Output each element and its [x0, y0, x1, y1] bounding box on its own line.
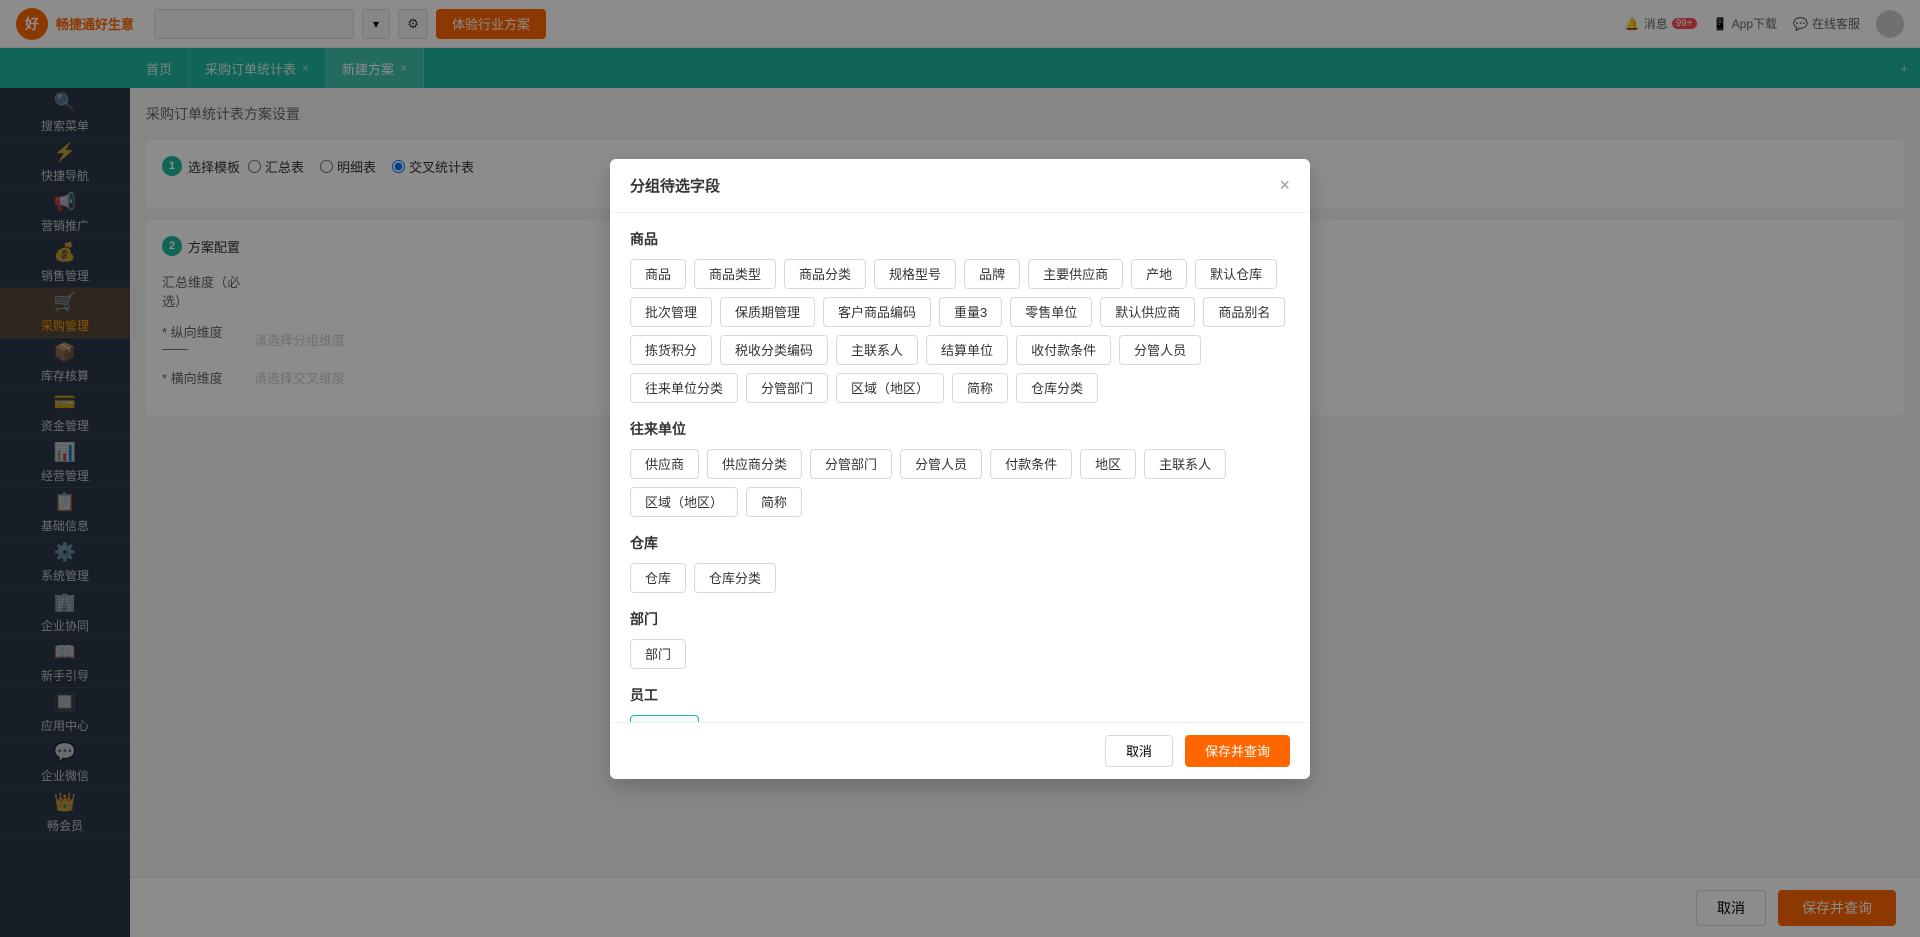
field-tag-short-name2[interactable]: 简称 [746, 487, 802, 517]
field-tag-goods-name[interactable]: 商品 [630, 259, 686, 289]
field-tag-brand[interactable]: 品牌 [964, 259, 1020, 289]
field-tag-region2[interactable]: 区域（地区） [630, 487, 738, 517]
modal-header: 分组待选字段 × [610, 159, 1310, 213]
field-tag-retail-unit[interactable]: 零售单位 [1010, 297, 1092, 327]
field-tag-dept2[interactable]: 部门 [630, 639, 686, 669]
fields-grid-warehouse: 仓库仓库分类 [630, 563, 1290, 593]
field-tag-area[interactable]: 地区 [1080, 449, 1136, 479]
field-tag-goods-alias[interactable]: 商品别名 [1203, 297, 1285, 327]
modal-cancel-btn[interactable]: 取消 [1105, 735, 1173, 767]
field-tag-manager[interactable]: 分管人员 [1119, 335, 1201, 365]
category-title-department: 部门 [630, 609, 1290, 629]
field-tag-supplier-category[interactable]: 供应商分类 [707, 449, 802, 479]
field-tag-tax-code[interactable]: 税收分类编码 [720, 335, 828, 365]
fields-grid-staff: 业务员 [630, 715, 1290, 722]
field-tag-main-contact2[interactable]: 主联系人 [1144, 449, 1226, 479]
field-tag-settlement-unit[interactable]: 结算单位 [926, 335, 1008, 365]
field-tag-manage-person[interactable]: 分管人员 [900, 449, 982, 479]
field-tag-default-warehouse[interactable]: 默认仓库 [1195, 259, 1277, 289]
category-title-goods: 商品 [630, 229, 1290, 249]
category-title-staff: 员工 [630, 685, 1290, 705]
modal-footer: 取消 保存并查询 [610, 722, 1310, 779]
field-tag-salesperson[interactable]: 业务员 [630, 715, 699, 722]
field-tag-short-name[interactable]: 简称 [952, 373, 1008, 403]
modal-dialog: 分组待选字段 × 商品商品商品类型商品分类规格型号品牌主要供应商产地默认仓库批次… [610, 159, 1310, 779]
field-tag-customer-code[interactable]: 客户商品编码 [823, 297, 931, 327]
category-title-partner: 往来单位 [630, 419, 1290, 439]
fields-grid-partner: 供应商供应商分类分管部门分管人员付款条件地区主联系人区域（地区） 简称 [630, 449, 1290, 517]
modal-overlay: 分组待选字段 × 商品商品商品类型商品分类规格型号品牌主要供应商产地默认仓库批次… [0, 0, 1920, 937]
fields-grid-department: 部门 [630, 639, 1290, 669]
field-tag-payment-terms[interactable]: 收付款条件 [1016, 335, 1111, 365]
field-tag-warehouse-category[interactable]: 仓库分类 [1016, 373, 1098, 403]
field-tag-goods-category[interactable]: 商品分类 [784, 259, 866, 289]
field-tag-main-supplier[interactable]: 主要供应商 [1028, 259, 1123, 289]
field-tag-dept[interactable]: 分管部门 [810, 449, 892, 479]
field-tag-weight3[interactable]: 重量3 [939, 297, 1002, 327]
category-goods: 商品商品商品类型商品分类规格型号品牌主要供应商产地默认仓库批次管理保质期管理客户… [630, 229, 1290, 403]
modal-body: 商品商品商品类型商品分类规格型号品牌主要供应商产地默认仓库批次管理保质期管理客户… [610, 213, 1310, 722]
field-tag-warehouse[interactable]: 仓库 [630, 563, 686, 593]
category-partner: 往来单位供应商供应商分类分管部门分管人员付款条件地区主联系人区域（地区） 简称 [630, 419, 1290, 517]
field-tag-warehouse-type[interactable]: 仓库分类 [694, 563, 776, 593]
category-title-warehouse: 仓库 [630, 533, 1290, 553]
modal-confirm-btn[interactable]: 保存并查询 [1185, 735, 1290, 767]
field-tag-main-contact[interactable]: 主联系人 [836, 335, 918, 365]
field-tag-goods-type[interactable]: 商品类型 [694, 259, 776, 289]
category-warehouse: 仓库仓库仓库分类 [630, 533, 1290, 593]
field-tag-from-unit-category[interactable]: 往来单位分类 [630, 373, 738, 403]
category-staff: 员工业务员 [630, 685, 1290, 722]
field-tag-default-supplier[interactable]: 默认供应商 [1100, 297, 1195, 327]
field-tag-quality-manage[interactable]: 保质期管理 [720, 297, 815, 327]
modal-title: 分组待选字段 [630, 175, 720, 196]
field-tag-spec-type[interactable]: 规格型号 [874, 259, 956, 289]
field-tag-batch-manage[interactable]: 批次管理 [630, 297, 712, 327]
field-tag-manage-dept[interactable]: 分管部门 [746, 373, 828, 403]
field-tag-supplier[interactable]: 供应商 [630, 449, 699, 479]
field-tag-region[interactable]: 区域（地区） [836, 373, 944, 403]
modal-close-btn[interactable]: × [1279, 176, 1290, 194]
category-department: 部门部门 [630, 609, 1290, 669]
field-tag-pickup-points[interactable]: 拣货积分 [630, 335, 712, 365]
field-tag-origin[interactable]: 产地 [1131, 259, 1187, 289]
fields-grid-goods: 商品商品类型商品分类规格型号品牌主要供应商产地默认仓库批次管理保质期管理客户商品… [630, 259, 1290, 403]
field-tag-payment-condition[interactable]: 付款条件 [990, 449, 1072, 479]
